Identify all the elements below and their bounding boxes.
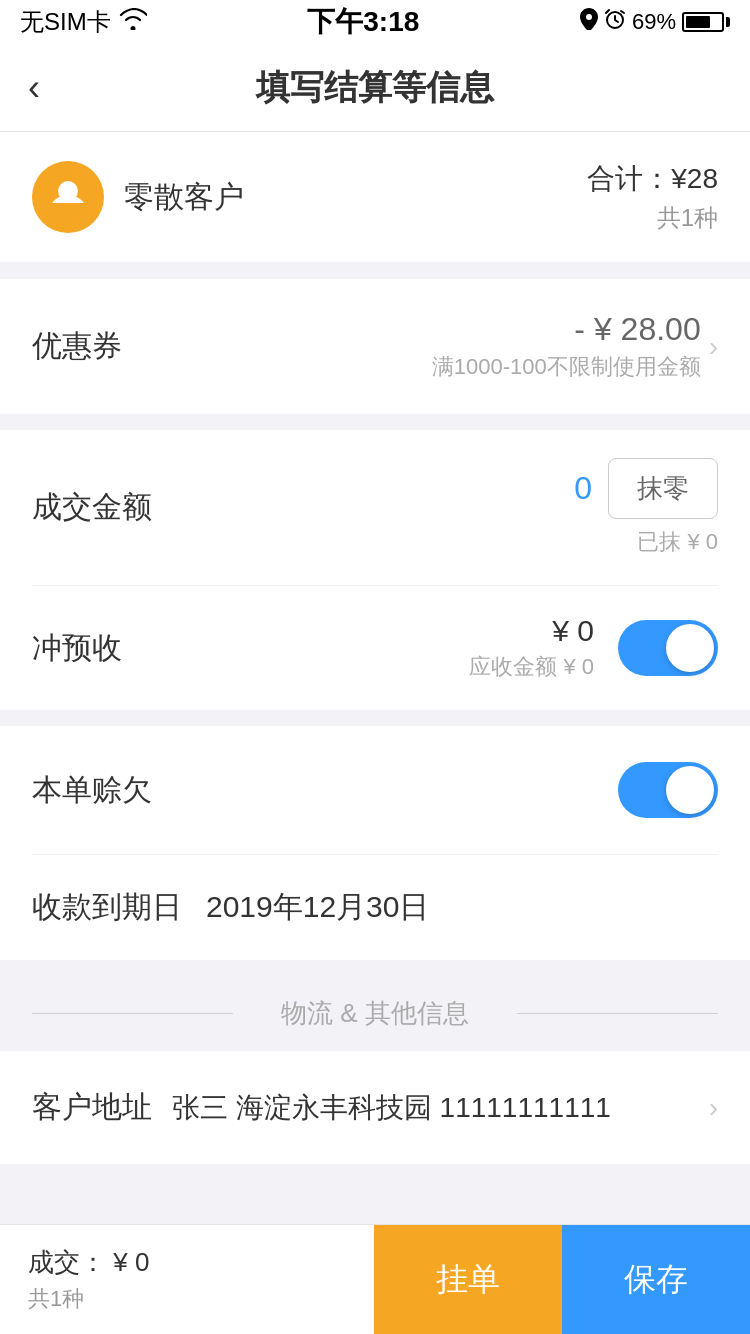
status-bar: 无SIM卡 下午3:18 69% [0,0,750,44]
debt-section: 本单赊欠 收款到期日 2019年12月30日 [0,726,750,960]
coupon-desc: 满1000-100不限制使用金额 [432,352,701,382]
coupon-row[interactable]: 优惠券 - ¥ 28.00 满1000-100不限制使用金额 › [0,278,750,414]
due-date-row: 收款到期日 2019年12月30日 [32,854,718,960]
footer-count: 共1种 [28,1284,346,1314]
address-chevron-icon: › [709,1092,718,1124]
prepay-toggle[interactable] [618,620,718,676]
divider-line-right [517,1013,718,1014]
debt-toggle-knob [666,766,714,814]
due-date-value: 2019年12月30日 [206,887,429,928]
hold-button[interactable]: 挂单 [374,1225,562,1334]
status-time: 下午3:18 [307,3,419,41]
logistics-divider: 物流 & 其他信息 [0,976,750,1051]
round-button[interactable]: 抹零 [608,458,718,519]
debt-toggle[interactable] [618,762,718,818]
prepay-sub: 应收金额 ¥ 0 [469,652,594,682]
debt-label: 本单赊欠 [32,770,152,811]
deal-section: 成交金额 0 抹零 已抹 ¥ 0 冲预收 ¥ 0 应收金额 ¥ 0 [0,430,750,710]
prepay-values: ¥ 0 应收金额 ¥ 0 [469,614,594,682]
status-left: 无SIM卡 [20,6,147,38]
prepay-row: 冲预收 ¥ 0 应收金额 ¥ 0 [32,586,718,710]
avatar [32,161,104,233]
footer-deal-amount: ¥ 0 [113,1247,149,1277]
coupon-value: - ¥ 28.00 满1000-100不限制使用金额 [432,311,701,382]
customer-summary: 合计：¥28 共1种 [587,160,718,234]
prepay-right: ¥ 0 应收金额 ¥ 0 [469,614,718,682]
address-value: 张三 海淀永丰科技园 11111111111 [172,1089,709,1127]
address-label: 客户地址 [32,1087,152,1128]
coupon-label: 优惠券 [32,326,122,367]
nav-bar: ‹ 填写结算等信息 [0,44,750,132]
customer-name: 零散客户 [124,177,244,218]
customer-section: 零散客户 合计：¥28 共1种 [0,132,750,262]
toggle-knob [666,624,714,672]
carrier-text: 无SIM卡 [20,6,111,38]
due-date-label: 收款到期日 [32,887,182,928]
battery-percent: 69% [632,9,676,35]
debt-row: 本单赊欠 [32,726,718,854]
total-amount: 合计：¥28 [587,160,718,198]
status-right: 69% [580,8,730,36]
footer-deal: 成交： ¥ 0 [28,1245,346,1280]
battery-icon [682,12,730,32]
deal-value-row: 0 抹零 [574,458,718,519]
deal-amount-label: 成交金额 [32,487,152,528]
customer-left: 零散客户 [32,161,244,233]
divider-line-left [32,1013,233,1014]
back-button[interactable]: ‹ [28,67,40,109]
deal-amount-row: 成交金额 0 抹零 已抹 ¥ 0 [32,430,718,586]
save-button[interactable]: 保存 [562,1225,750,1334]
location-icon [580,8,598,36]
wifi-icon [119,8,147,36]
deal-amount-value: 0 [574,470,592,507]
address-row[interactable]: 客户地址 张三 海淀永丰科技园 11111111111 › [32,1051,718,1164]
prepay-amount: ¥ 0 [469,614,594,648]
address-section: 客户地址 张三 海淀永丰科技园 11111111111 › [0,1051,750,1164]
footer: 成交： ¥ 0 共1种 挂单 保存 [0,1224,750,1334]
total-count: 共1种 [587,202,718,234]
coupon-section[interactable]: 优惠券 - ¥ 28.00 满1000-100不限制使用金额 › [0,278,750,414]
footer-info: 成交： ¥ 0 共1种 [0,1225,374,1334]
prepay-label: 冲预收 [32,628,122,669]
footer-deal-label: 成交： [28,1247,106,1277]
deal-sub-text: 已抹 ¥ 0 [637,527,718,557]
logistics-label: 物流 & 其他信息 [265,996,485,1031]
coupon-right: - ¥ 28.00 满1000-100不限制使用金额 › [432,311,718,382]
page-title: 填写结算等信息 [256,65,494,111]
coupon-amount: - ¥ 28.00 [432,311,701,348]
chevron-right-icon: › [709,331,718,363]
alarm-icon [604,8,626,36]
customer-row: 零散客户 合计：¥28 共1种 [0,132,750,262]
